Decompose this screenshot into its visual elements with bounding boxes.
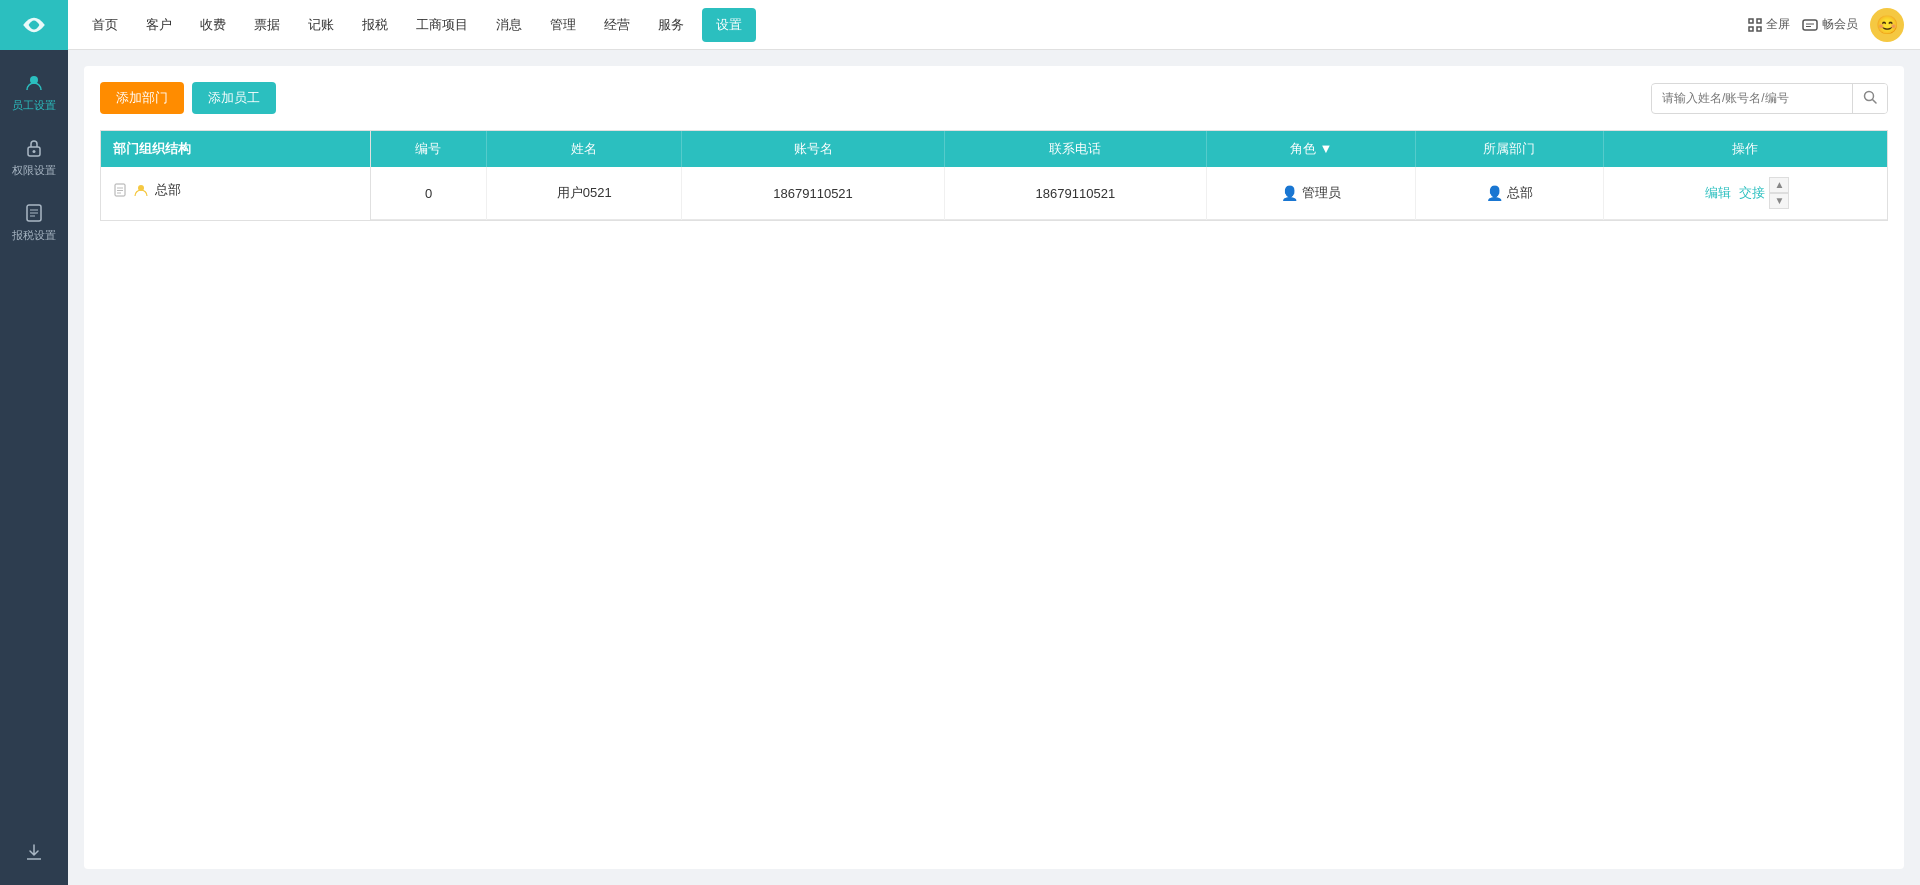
role-value: 管理员 — [1302, 184, 1341, 202]
dept-tree: 部门组织结构 — [100, 130, 370, 221]
nav-item-消息[interactable]: 消息 — [482, 0, 536, 50]
toolbar: 添加部门 添加员工 — [100, 82, 1888, 114]
svg-rect-3 — [1757, 27, 1761, 31]
sidebar-item-employee[interactable]: 员工设置 — [0, 60, 68, 125]
nav-item-工商项目[interactable]: 工商项目 — [402, 0, 482, 50]
dept-tree-item-root[interactable]: 总部 — [109, 175, 362, 205]
content-card: 添加部门 添加员工 部门组织结构 — [84, 66, 1904, 869]
dept-tree-body: 总部 — [101, 167, 370, 213]
col-dept: 所属部门 — [1416, 131, 1603, 167]
search-icon — [1863, 90, 1877, 104]
sidebar-item-permissions[interactable]: 权限设置 — [0, 125, 68, 190]
sidebar-item-tax[interactable]: 报税设置 — [0, 190, 68, 255]
nav-item-设置[interactable]: 设置 — [702, 8, 756, 42]
main-menu: 首页客户收费票据记账报税工商项目消息管理经营服务设置 — [68, 0, 1748, 50]
body-layout: 部门组织结构 — [100, 130, 1888, 221]
lock-icon — [23, 137, 45, 159]
main-content: 添加部门 添加员工 部门组织结构 — [68, 50, 1920, 885]
sidebar: 员工设置 权限设置 报税设置 — [0, 50, 68, 885]
dept-value: 总部 — [1507, 184, 1533, 202]
col-action: 操作 — [1603, 131, 1887, 167]
svg-rect-17 — [115, 184, 125, 196]
nav-item-票据[interactable]: 票据 — [240, 0, 294, 50]
dept-root-label: 总部 — [155, 181, 181, 199]
col-role: 角色 ▼ — [1207, 131, 1416, 167]
file-icon — [113, 183, 127, 197]
member-label: 畅会员 — [1822, 16, 1858, 33]
person-icon — [23, 72, 45, 94]
role-filter-icon[interactable]: ▼ — [1320, 141, 1333, 156]
cell-phone: 18679110521 — [944, 167, 1206, 220]
cell-actions: 编辑交接▲▼ — [1604, 167, 1887, 219]
top-nav-right: 全屏 畅会员 😊 — [1748, 8, 1920, 42]
add-dept-button[interactable]: 添加部门 — [100, 82, 184, 114]
sidebar-label-employee: 员工设置 — [12, 98, 56, 113]
col-name: 姓名 — [486, 131, 681, 167]
member-icon — [1802, 17, 1818, 33]
cell-name: 用户0521 — [486, 167, 681, 220]
nav-item-客户[interactable]: 客户 — [132, 0, 186, 50]
action-编辑[interactable]: 编辑 — [1705, 184, 1731, 202]
role-user-icon: 👤 — [1281, 185, 1298, 201]
sidebar-label-tax: 报税设置 — [12, 228, 56, 243]
logo — [0, 0, 68, 50]
cell-id: 0 — [371, 167, 486, 220]
employee-table: 编号 姓名 账号名 联系电话 角色 ▼ 所属部门 操作 — [371, 131, 1887, 220]
dept-person-icon — [133, 182, 149, 198]
col-id: 编号 — [371, 131, 486, 167]
fullscreen-button[interactable]: 全屏 — [1748, 16, 1790, 33]
table-header-row: 编号 姓名 账号名 联系电话 角色 ▼ 所属部门 操作 — [371, 131, 1887, 167]
search-input[interactable] — [1652, 85, 1852, 111]
employee-table-wrap: 编号 姓名 账号名 联系电话 角色 ▼ 所属部门 操作 — [370, 130, 1888, 221]
report-icon — [23, 202, 45, 224]
sidebar-label-permissions: 权限设置 — [12, 163, 56, 178]
download-icon — [23, 841, 45, 863]
action-交接[interactable]: 交接 — [1739, 184, 1765, 202]
nav-item-首页[interactable]: 首页 — [78, 0, 132, 50]
nav-item-收费[interactable]: 收费 — [186, 0, 240, 50]
scroll-down-btn[interactable]: ▼ — [1769, 193, 1789, 209]
cell-role: 👤管理员 — [1207, 167, 1416, 220]
svg-rect-2 — [1749, 27, 1753, 31]
svg-rect-4 — [1803, 20, 1817, 30]
col-phone: 联系电话 — [944, 131, 1206, 167]
add-emp-button[interactable]: 添加员工 — [192, 82, 276, 114]
top-nav: 首页客户收费票据记账报税工商项目消息管理经营服务设置 全屏 畅会员 😊 — [0, 0, 1920, 50]
svg-line-16 — [1873, 99, 1877, 103]
scroll-up-btn[interactable]: ▲ — [1769, 177, 1789, 193]
nav-item-经营[interactable]: 经营 — [590, 0, 644, 50]
avatar[interactable]: 😊 — [1870, 8, 1904, 42]
cell-account: 18679110521 — [682, 167, 944, 220]
nav-item-记账[interactable]: 记账 — [294, 0, 348, 50]
search-button[interactable] — [1852, 84, 1887, 113]
dept-tree-header: 部门组织结构 — [101, 131, 370, 167]
cell-dept: 👤总部 — [1416, 167, 1603, 220]
svg-rect-0 — [1749, 19, 1753, 23]
scroll-btns: ▲▼ — [1769, 177, 1789, 209]
fullscreen-label: 全屏 — [1766, 16, 1790, 33]
table-row: 0用户05211867911052118679110521👤管理员👤总部编辑交接… — [371, 167, 1887, 220]
sidebar-item-download[interactable] — [0, 829, 68, 875]
nav-item-服务[interactable]: 服务 — [644, 0, 698, 50]
member-button[interactable]: 畅会员 — [1802, 16, 1858, 33]
col-account: 账号名 — [682, 131, 944, 167]
nav-item-管理[interactable]: 管理 — [536, 0, 590, 50]
search-wrap — [1651, 83, 1888, 114]
dept-user-icon: 👤 — [1486, 185, 1503, 201]
svg-point-9 — [33, 150, 36, 153]
svg-rect-1 — [1757, 19, 1761, 23]
fullscreen-icon — [1748, 18, 1762, 32]
nav-item-报税[interactable]: 报税 — [348, 0, 402, 50]
